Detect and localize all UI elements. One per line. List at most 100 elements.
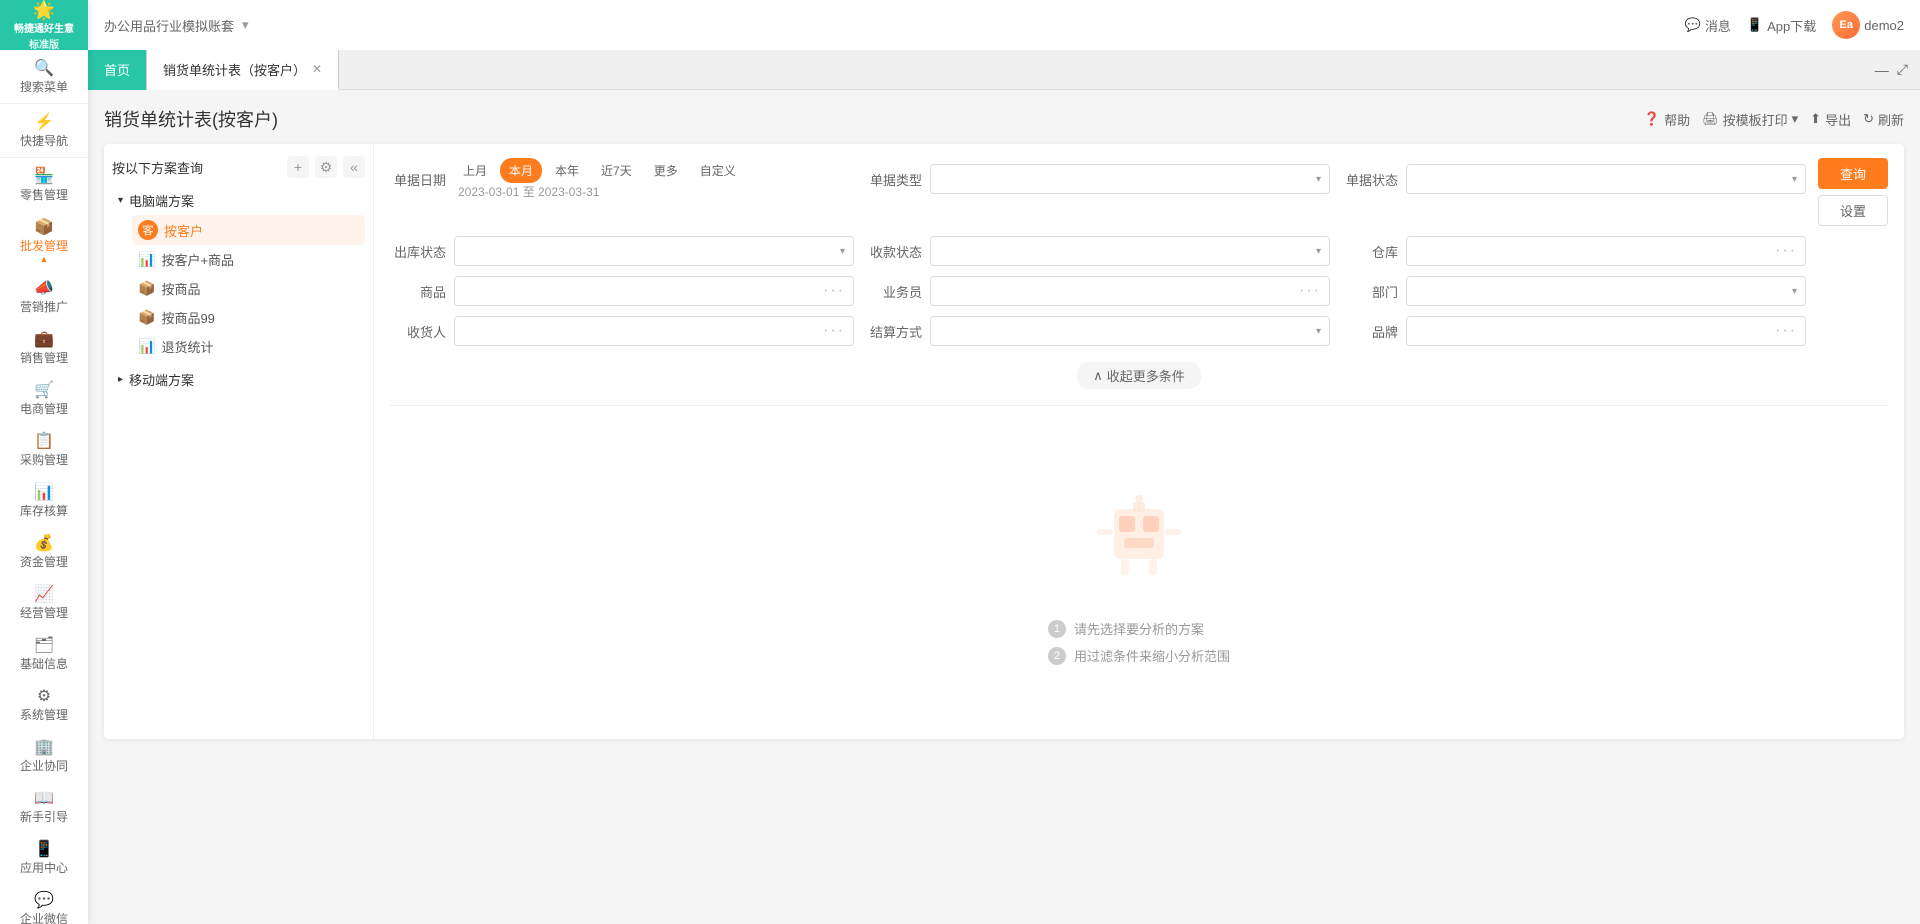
logo-text: 畅捷通好生意: [14, 23, 74, 36]
sidebar-item-enterprise-wechat[interactable]: 💬 企业微信: [0, 882, 88, 924]
page-title: 销货单统计表(按客户): [104, 106, 278, 132]
sidebar: 🌟 畅捷通好生意 标准版 🔍 搜索菜单 ⚡ 快捷导航 🏪 零售管理 📦 批发管理…: [0, 0, 88, 924]
export-button[interactable]: ⬆ 导出: [1810, 110, 1851, 129]
sidebar-item-enterprise[interactable]: 🏢 企业协同: [0, 729, 88, 780]
template-print-button[interactable]: 🖨 按模板打印 ▾: [1702, 110, 1798, 129]
tab-minimize-icon[interactable]: —: [1875, 62, 1889, 78]
sidebar-item-basic-info[interactable]: 🗂 基础信息: [0, 627, 88, 678]
brand-select[interactable]: ···: [1406, 316, 1806, 346]
print-dropdown-icon[interactable]: ▾: [1792, 111, 1799, 127]
filter-date: 单据日期 上月 本月 本年 近7天 更多 自定义: [390, 158, 854, 200]
tab-maximize-icon[interactable]: ⤢: [1897, 61, 1908, 78]
query-button[interactable]: 查询: [1818, 158, 1888, 189]
sidebar-item-wholesale[interactable]: 📦 批发管理 ▲: [0, 209, 88, 270]
collapse-button[interactable]: ∧ 收起更多条件: [1077, 362, 1201, 389]
sidebar-item-inventory[interactable]: 📊 库存核算: [0, 474, 88, 525]
goods99-icon: 📦: [138, 309, 155, 326]
tree-expand-icon: ▾: [118, 195, 123, 206]
page-title-row: 销货单统计表(按客户) ❓ 帮助 🖨 按模板打印 ▾ ⬆ 导出 ↻ 刷新: [104, 106, 1904, 132]
date-range-display: 2023-03-01 至 2023-03-31: [458, 183, 854, 200]
dept-dropdown-icon: ▾: [1792, 286, 1797, 297]
tab-sales-stat[interactable]: 销货单统计表（按客户） ✕: [147, 50, 339, 90]
collapse-panel-button[interactable]: «: [343, 156, 365, 178]
sidebar-item-search-menu[interactable]: 🔍 搜索菜单: [0, 50, 88, 104]
filter-action-buttons: 查询 设置: [1818, 158, 1888, 226]
salesperson-select[interactable]: ···: [930, 276, 1330, 306]
sidebar-item-sales[interactable]: 💼 销售管理: [0, 321, 88, 372]
out-status-select[interactable]: ▾: [454, 236, 854, 266]
filter-area: 单据日期 上月 本月 本年 近7天 更多 自定义: [390, 158, 1888, 397]
scheme-by-goods99[interactable]: 📦 按商品99: [132, 303, 365, 332]
settings-scheme-button[interactable]: ⚙: [315, 156, 337, 178]
add-scheme-button[interactable]: +: [287, 156, 309, 178]
collapse-icon: «: [350, 159, 358, 175]
sidebar-item-marketing[interactable]: 📣 营销推广: [0, 270, 88, 321]
sidebar-item-retail[interactable]: 🏪 零售管理: [0, 158, 88, 209]
sidebar-item-system[interactable]: ⚙ 系统管理: [0, 678, 88, 729]
date-btn-this-year[interactable]: 本年: [546, 158, 588, 183]
header-right: 💬 消息 📱 App下载 Ea demo2: [1685, 11, 1904, 39]
header-dropdown-icon[interactable]: ▾: [242, 17, 249, 33]
filter-settle-method: 结算方式 ▾: [866, 316, 1330, 346]
tree-desktop-section[interactable]: ▾ 电脑端方案: [112, 186, 365, 215]
tree-mobile-expand-icon: ▸: [118, 374, 123, 385]
doc-type-select[interactable]: ▾: [930, 164, 1330, 194]
message-button[interactable]: 💬 消息: [1685, 16, 1731, 35]
filter-brand: 品牌 ···: [1342, 316, 1806, 346]
tab-close-icon[interactable]: ✕: [312, 62, 322, 76]
message-icon: 💬: [1685, 17, 1701, 33]
empty-hint-1: 1 请先选择要分析的方案: [1048, 619, 1230, 638]
help-button[interactable]: ❓ 帮助: [1644, 110, 1690, 129]
goods-dots-icon[interactable]: ···: [823, 282, 845, 300]
receiver-select[interactable]: ···: [454, 316, 854, 346]
sidebar-item-app-center[interactable]: 📱 应用中心: [0, 831, 88, 882]
collapse-row: ∧ 收起更多条件: [390, 354, 1888, 397]
salesperson-dots-icon[interactable]: ···: [1299, 282, 1321, 300]
scheme-return-stat[interactable]: 📊 退货统计: [132, 332, 365, 361]
warehouse-dots-icon[interactable]: ···: [1775, 242, 1797, 260]
tab-home[interactable]: 首页: [88, 50, 147, 90]
empty-illustration: [1089, 474, 1189, 603]
payment-status-select[interactable]: ▾: [930, 236, 1330, 266]
scheme-by-customer[interactable]: 客 按客户: [132, 215, 365, 245]
receiver-dots-icon[interactable]: ···: [823, 322, 845, 340]
filter-warehouse: 仓库 ···: [1342, 236, 1806, 266]
customer-icon: 客: [138, 220, 158, 240]
tab-bar: 首页 销货单统计表（按客户） ✕ — ⤢: [88, 50, 1920, 90]
date-btn-last-month[interactable]: 上月: [454, 158, 496, 183]
filter-payment-status: 收款状态 ▾: [866, 236, 1330, 266]
left-panel: 按以下方案查询 + ⚙ « ▾: [104, 144, 374, 739]
empty-state: 1 请先选择要分析的方案 2 用过滤条件来缩小分析范围: [390, 414, 1888, 725]
sidebar-item-operations[interactable]: 📈 经营管理: [0, 576, 88, 627]
sidebar-item-finance[interactable]: 💰 资金管理: [0, 525, 88, 576]
user-profile[interactable]: Ea demo2: [1832, 11, 1904, 39]
logo: 🌟 畅捷通好生意 标准版: [0, 0, 88, 50]
tree-mobile-section[interactable]: ▸ 移动端方案: [112, 365, 365, 394]
brand-dots-icon[interactable]: ···: [1775, 322, 1797, 340]
doc-status-select[interactable]: ▾: [1406, 164, 1806, 194]
sidebar-item-quick-nav[interactable]: ⚡ 快捷导航: [0, 104, 88, 158]
dept-select[interactable]: ▾: [1406, 276, 1806, 306]
sidebar-item-purchase[interactable]: 📋 采购管理: [0, 423, 88, 474]
refresh-button[interactable]: ↻ 刷新: [1863, 110, 1904, 129]
app-download-button[interactable]: 📱 App下载: [1747, 16, 1816, 35]
settings-button[interactable]: 设置: [1818, 195, 1888, 226]
scheme-by-customer-goods[interactable]: 📊 按客户+商品: [132, 245, 365, 274]
date-btn-more[interactable]: 更多: [645, 158, 687, 183]
tree-desktop-children: 客 按客户 📊 按客户+商品 📦 按商品 📦 按商品99: [112, 215, 365, 361]
settle-method-select[interactable]: ▾: [930, 316, 1330, 346]
collapse-up-icon: ∧: [1093, 368, 1103, 384]
empty-hints: 1 请先选择要分析的方案 2 用过滤条件来缩小分析范围: [1048, 619, 1230, 665]
goods-select[interactable]: ···: [454, 276, 854, 306]
sidebar-item-new-guide[interactable]: 📖 新手引导: [0, 780, 88, 831]
date-btn-this-month[interactable]: 本月: [500, 158, 542, 183]
empty-hint-2: 2 用过滤条件来缩小分析范围: [1048, 646, 1230, 665]
filter-doc-type: 单据类型 ▾: [866, 158, 1330, 200]
sidebar-item-ecommerce[interactable]: 🛒 电商管理: [0, 372, 88, 423]
date-btn-last7[interactable]: 近7天: [592, 158, 641, 183]
scheme-by-goods[interactable]: 📦 按商品: [132, 274, 365, 303]
return-icon: 📊: [138, 338, 155, 355]
date-btn-custom[interactable]: 自定义: [691, 158, 745, 183]
refresh-icon: ↻: [1863, 111, 1874, 127]
warehouse-select[interactable]: ···: [1406, 236, 1806, 266]
